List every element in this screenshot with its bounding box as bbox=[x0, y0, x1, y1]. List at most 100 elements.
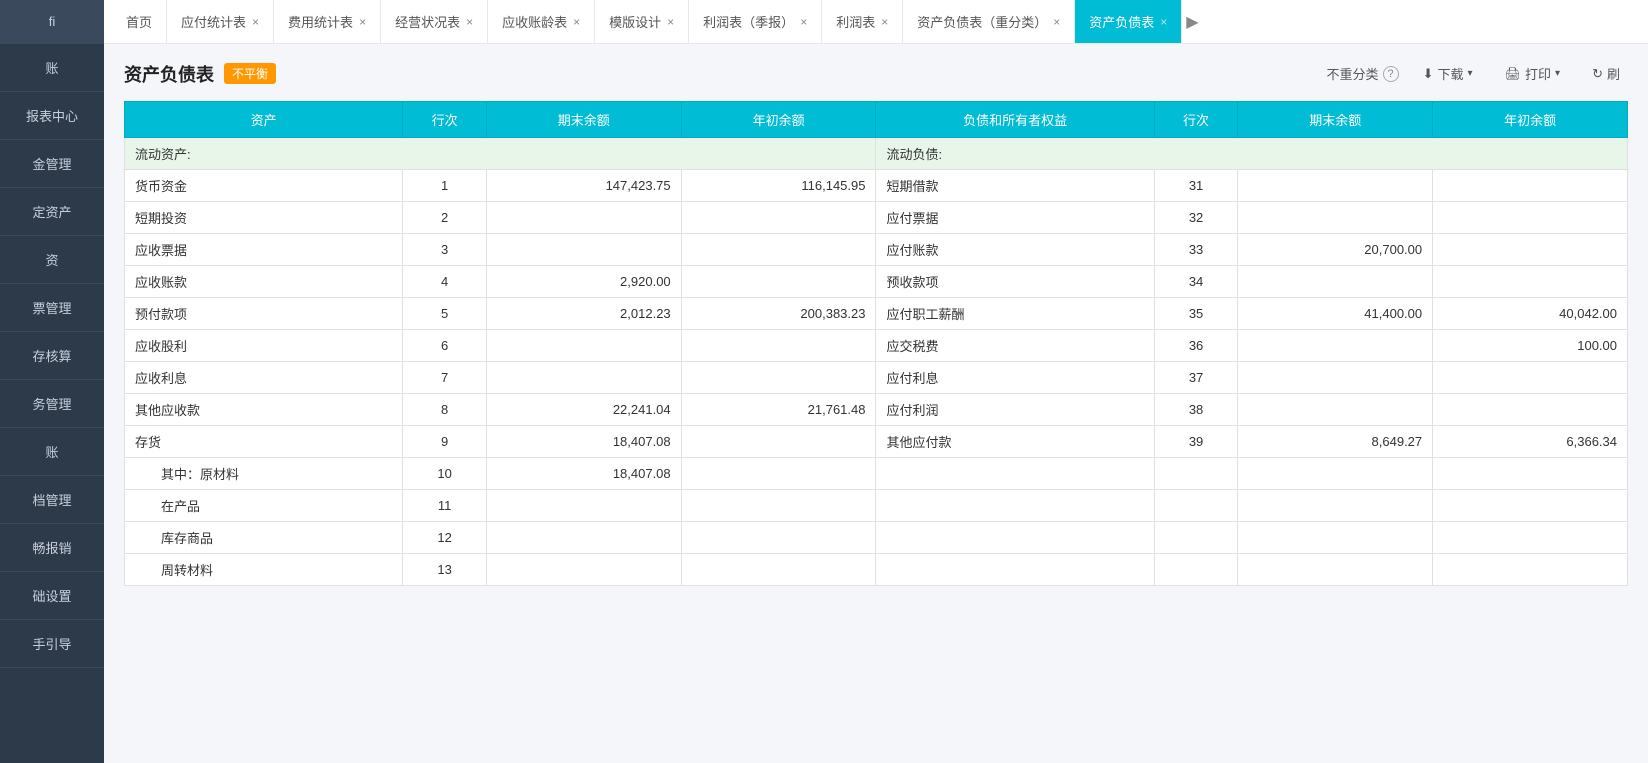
right-ending bbox=[1238, 522, 1433, 554]
sidebar-item-expense[interactable]: 畅报销 bbox=[0, 524, 104, 572]
left-row-num: 10 bbox=[403, 458, 487, 490]
help-icon[interactable]: ? bbox=[1383, 66, 1399, 82]
right-row-num: 36 bbox=[1154, 330, 1238, 362]
tab-close-receivables-aging[interactable]: × bbox=[573, 15, 580, 29]
download-button[interactable]: ⬇ 下载 ▾ bbox=[1415, 60, 1481, 87]
page-header: 资产负债表 不平衡 不重分类 ? ⬇ 下载 ▾ 🖨 打印 ▾ bbox=[124, 60, 1628, 87]
left-ending: 147,423.75 bbox=[486, 170, 681, 202]
tab-close-profit[interactable]: × bbox=[881, 15, 888, 29]
right-row-num: 37 bbox=[1154, 362, 1238, 394]
header-ending-balance: 期末余额 bbox=[486, 102, 681, 138]
left-item-name: 应收账款 bbox=[125, 266, 403, 298]
left-beginning bbox=[681, 234, 876, 266]
sidebar-item-affairs-mgmt[interactable]: 务管理 bbox=[0, 380, 104, 428]
left-ending: 22,241.04 bbox=[486, 394, 681, 426]
sidebar-item-inventory[interactable]: 存核算 bbox=[0, 332, 104, 380]
tab-balance-sheet[interactable]: 资产负债表 × bbox=[1075, 0, 1182, 44]
tab-close-operations[interactable]: × bbox=[466, 15, 473, 29]
refresh-button[interactable]: ↻ 刷 bbox=[1584, 60, 1628, 87]
table-row: 应收股利 6 应交税费 36 100.00 bbox=[125, 330, 1628, 362]
table-row: 货币资金 1 147,423.75 116,145.95 短期借款 31 bbox=[125, 170, 1628, 202]
tab-profit-quarterly[interactable]: 利润表（季报） × bbox=[689, 0, 822, 44]
right-item-name: 应付利润 bbox=[876, 394, 1154, 426]
right-beginning bbox=[1433, 266, 1628, 298]
right-ending: 20,700.00 bbox=[1238, 234, 1433, 266]
right-beginning bbox=[1433, 458, 1628, 490]
sidebar-item-capital[interactable]: 资 bbox=[0, 236, 104, 284]
tab-receivables-aging[interactable]: 应收账龄表 × bbox=[488, 0, 595, 44]
sidebar-item-ticket-mgmt[interactable]: 票管理 bbox=[0, 284, 104, 332]
right-beginning bbox=[1433, 362, 1628, 394]
left-ending bbox=[486, 490, 681, 522]
left-row-num: 1 bbox=[403, 170, 487, 202]
left-ending: 2,920.00 bbox=[486, 266, 681, 298]
tab-scroll-right-icon[interactable]: ▶ bbox=[1186, 12, 1198, 32]
no-reclassify-label: 不重分类 ? bbox=[1327, 64, 1399, 83]
left-ending bbox=[486, 234, 681, 266]
table-row: 在产品 11 bbox=[125, 490, 1628, 522]
left-item-name: 应收股利 bbox=[125, 330, 403, 362]
tab-close-balance-reclassified[interactable]: × bbox=[1053, 15, 1060, 29]
right-row-num: 33 bbox=[1154, 234, 1238, 266]
tab-expense-stats[interactable]: 费用统计表 × bbox=[274, 0, 381, 44]
tab-close-payable-stats[interactable]: × bbox=[252, 15, 259, 29]
sidebar-item-archive-mgmt[interactable]: 档管理 bbox=[0, 476, 104, 524]
tab-template-design[interactable]: 模版设计 × bbox=[595, 0, 689, 44]
right-ending bbox=[1238, 202, 1433, 234]
sidebar-item-basic-settings[interactable]: 础设置 bbox=[0, 572, 104, 620]
header-row-num2: 行次 bbox=[1154, 102, 1238, 138]
sidebar-item-report-center[interactable]: 报表中心 bbox=[0, 92, 104, 140]
right-ending: 41,400.00 bbox=[1238, 298, 1433, 330]
left-beginning bbox=[681, 330, 876, 362]
header-asset: 资产 bbox=[125, 102, 403, 138]
sidebar-item-fund-mgmt[interactable]: 金管理 bbox=[0, 140, 104, 188]
unbalanced-badge: 不平衡 bbox=[224, 63, 276, 84]
tab-payable-stats[interactable]: 应付统计表 × bbox=[167, 0, 274, 44]
sidebar-item-fixed-assets[interactable]: 定资产 bbox=[0, 188, 104, 236]
left-item-name: 存货 bbox=[125, 426, 403, 458]
left-row-num: 11 bbox=[403, 490, 487, 522]
right-ending bbox=[1238, 394, 1433, 426]
tab-balance-reclassified[interactable]: 资产负债表（重分类） × bbox=[903, 0, 1075, 44]
sidebar-item-fi[interactable]: fi bbox=[0, 0, 104, 44]
tab-operations[interactable]: 经营状况表 × bbox=[381, 0, 488, 44]
sidebar-item-zhang[interactable]: 账 bbox=[0, 44, 104, 92]
left-ending bbox=[486, 202, 681, 234]
right-row-num: 34 bbox=[1154, 266, 1238, 298]
right-beginning: 100.00 bbox=[1433, 330, 1628, 362]
tab-close-balance-sheet[interactable]: × bbox=[1160, 15, 1167, 29]
tab-close-expense-stats[interactable]: × bbox=[359, 15, 366, 29]
tab-profit[interactable]: 利润表 × bbox=[822, 0, 903, 44]
right-item-name bbox=[876, 522, 1154, 554]
right-item-name: 应交税费 bbox=[876, 330, 1154, 362]
right-item-name: 其他应付款 bbox=[876, 426, 1154, 458]
right-beginning bbox=[1433, 170, 1628, 202]
content-area: 资产负债表 不平衡 不重分类 ? ⬇ 下载 ▾ 🖨 打印 ▾ bbox=[104, 44, 1648, 763]
sidebar-item-ledger[interactable]: 账 bbox=[0, 428, 104, 476]
left-row-num: 8 bbox=[403, 394, 487, 426]
header-beginning-balance2: 年初余额 bbox=[1433, 102, 1628, 138]
right-row-num: 31 bbox=[1154, 170, 1238, 202]
toolbar-right: 不重分类 ? ⬇ 下载 ▾ 🖨 打印 ▾ ↻ 刷 bbox=[1327, 60, 1628, 87]
header-liability: 负债和所有者权益 bbox=[876, 102, 1154, 138]
left-row-num: 12 bbox=[403, 522, 487, 554]
left-beginning: 116,145.95 bbox=[681, 170, 876, 202]
header-beginning-balance: 年初余额 bbox=[681, 102, 876, 138]
right-ending bbox=[1238, 554, 1433, 586]
left-row-num: 6 bbox=[403, 330, 487, 362]
print-button[interactable]: 🖨 打印 ▾ bbox=[1497, 60, 1569, 87]
balance-sheet-table: 资产 行次 期末余额 年初余额 负债和所有者权益 行次 期末余额 年初余额 流动… bbox=[124, 101, 1628, 586]
left-item-name: 其中：原材料 bbox=[125, 458, 403, 490]
right-beginning bbox=[1433, 554, 1628, 586]
tab-home[interactable]: 首页 bbox=[112, 0, 167, 44]
right-row-num: 39 bbox=[1154, 426, 1238, 458]
sidebar-item-guide[interactable]: 手引导 bbox=[0, 620, 104, 668]
left-item-name: 预付款项 bbox=[125, 298, 403, 330]
tab-close-profit-quarterly[interactable]: × bbox=[800, 15, 807, 29]
left-ending: 18,407.08 bbox=[486, 426, 681, 458]
tab-close-template-design[interactable]: × bbox=[667, 15, 674, 29]
page-title: 资产负债表 bbox=[124, 61, 214, 87]
tab-bar: 首页 应付统计表 × 费用统计表 × 经营状况表 × 应收账龄表 × 模版设计 … bbox=[104, 0, 1648, 44]
right-ending bbox=[1238, 330, 1433, 362]
right-item-name: 应付职工薪酬 bbox=[876, 298, 1154, 330]
